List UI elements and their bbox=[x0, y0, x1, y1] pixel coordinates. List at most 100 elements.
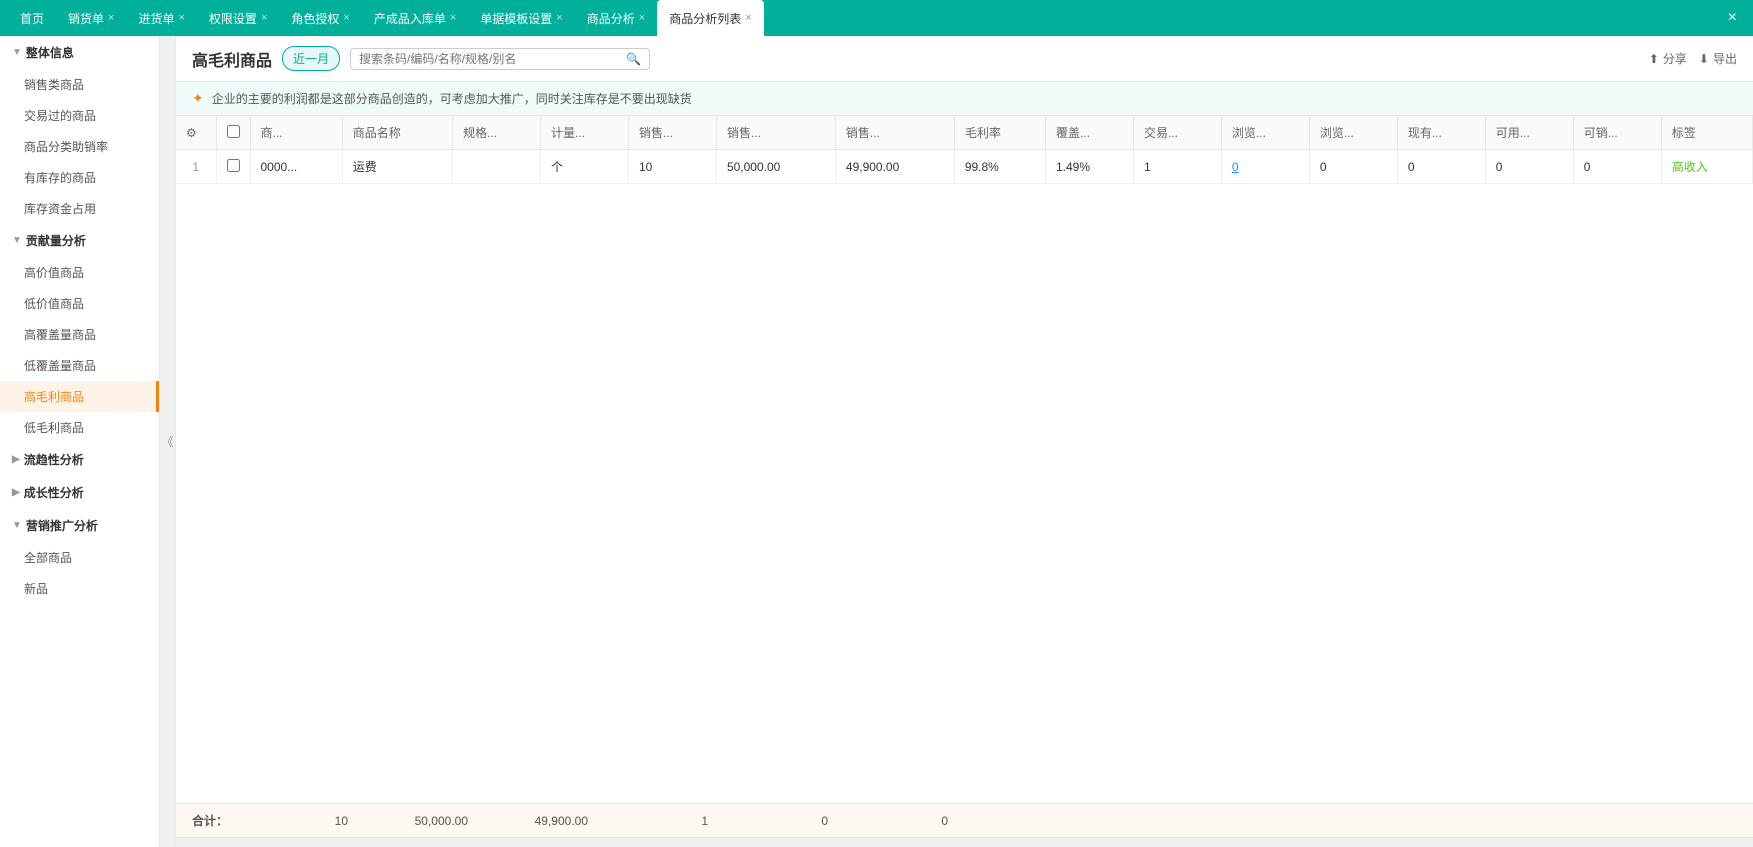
search-input[interactable] bbox=[359, 52, 622, 66]
header-actions: ⬆ 分享 ⬇ 导出 bbox=[1649, 50, 1737, 67]
row-coverage: 1.49% bbox=[1045, 150, 1133, 184]
tab-template-settings[interactable]: 单据模板设置 × bbox=[468, 0, 574, 36]
sidebar-item-category-sales-rate[interactable]: 商品分类助销率 bbox=[0, 131, 159, 162]
footer-sales-qty: 10 bbox=[268, 814, 348, 828]
col-code[interactable]: 商... bbox=[250, 116, 342, 150]
col-transaction[interactable]: 交易... bbox=[1133, 116, 1221, 150]
sidebar-item-low-value[interactable]: 低价值商品 bbox=[0, 288, 159, 319]
footer-sales-profit: 49,900.00 bbox=[508, 814, 588, 828]
top-navigation: 首页 销货单 × 进货单 × 权限设置 × 角色授权 × 产成品入库单 × 单据… bbox=[0, 0, 1753, 36]
col-stock-current[interactable]: 现有... bbox=[1397, 116, 1485, 150]
sidebar-item-low-coverage[interactable]: 低覆盖量商品 bbox=[0, 350, 159, 381]
data-table: ⚙ 商... 商品名称 规格... 计量... 销售... 销售... 销售..… bbox=[176, 116, 1753, 184]
col-coverage[interactable]: 覆盖... bbox=[1045, 116, 1133, 150]
footer-stock-sellable: 0 bbox=[868, 814, 948, 828]
col-tag[interactable]: 标签 bbox=[1661, 116, 1752, 150]
sidebar-group-growth[interactable]: ▶ 成长性分析 bbox=[0, 476, 159, 509]
row-stock-available: 0 bbox=[1485, 150, 1573, 184]
table-header-row: ⚙ 商... 商品名称 规格... 计量... 销售... 销售... 销售..… bbox=[176, 116, 1753, 150]
export-icon: ⬇ bbox=[1699, 52, 1709, 66]
select-all-checkbox[interactable] bbox=[227, 125, 240, 138]
sidebar: ▼ 整体信息 销售类商品 交易过的商品 商品分类助销率 有库存的商品 库存资金占… bbox=[0, 36, 160, 847]
footer-sales-amount: 50,000.00 bbox=[388, 814, 468, 828]
sidebar-item-sales-goods[interactable]: 销售类商品 bbox=[0, 69, 159, 100]
col-checkbox[interactable] bbox=[216, 116, 250, 150]
col-spec[interactable]: 规格... bbox=[453, 116, 541, 150]
close-icon[interactable]: × bbox=[745, 12, 751, 24]
col-name[interactable]: 商品名称 bbox=[342, 116, 452, 150]
footer-transaction: 1 bbox=[628, 814, 708, 828]
close-icon[interactable]: × bbox=[450, 12, 456, 24]
sidebar-item-high-value[interactable]: 高价值商品 bbox=[0, 257, 159, 288]
row-code[interactable]: 0000... bbox=[250, 150, 342, 184]
table-footer: 合计： 10 50,000.00 49,900.00 1 0 0 bbox=[176, 803, 1753, 837]
row-sales-amount: 50,000.00 bbox=[716, 150, 835, 184]
row-select-checkbox[interactable] bbox=[227, 159, 240, 172]
row-unit: 个 bbox=[541, 150, 629, 184]
col-sales-qty[interactable]: 销售... bbox=[629, 116, 717, 150]
sidebar-item-low-margin[interactable]: 低毛利商品 bbox=[0, 412, 159, 443]
footer-stock-current: 0 bbox=[748, 814, 828, 828]
sidebar-group-marketing[interactable]: ▼ 营销推广分析 bbox=[0, 509, 159, 542]
row-stock-sellable: 0 bbox=[1573, 150, 1661, 184]
tab-home[interactable]: 首页 bbox=[8, 0, 56, 36]
search-icon[interactable]: 🔍 bbox=[626, 52, 641, 66]
close-icon[interactable]: × bbox=[556, 12, 562, 24]
share-button[interactable]: ⬆ 分享 bbox=[1649, 50, 1687, 67]
chevron-down-icon: ▼ bbox=[12, 235, 22, 246]
tab-product-analysis-list[interactable]: 商品分析列表 × bbox=[657, 0, 763, 36]
col-stock-available[interactable]: 可用... bbox=[1485, 116, 1573, 150]
sidebar-group-contribution[interactable]: ▼ 贡献量分析 bbox=[0, 224, 159, 257]
info-banner: ✦ 企业的主要的利润都是这部分商品创造的，可考虑加大推广，同时关注库存是不要出现… bbox=[176, 82, 1753, 116]
col-stock-sellable[interactable]: 可销... bbox=[1573, 116, 1661, 150]
chevron-right-icon: ▶ bbox=[12, 454, 20, 465]
close-icon[interactable]: × bbox=[178, 12, 184, 24]
chevron-down-icon: ▼ bbox=[12, 47, 22, 58]
sidebar-group-flow[interactable]: ▶ 流趋性分析 bbox=[0, 443, 159, 476]
chevron-right-icon: ▶ bbox=[12, 487, 20, 498]
col-gross-margin[interactable]: 毛利率 bbox=[954, 116, 1045, 150]
col-unit[interactable]: 计量... bbox=[541, 116, 629, 150]
row-gross-margin: 99.8% bbox=[954, 150, 1045, 184]
sidebar-item-new-goods[interactable]: 新品 bbox=[0, 573, 159, 604]
close-icon[interactable]: × bbox=[639, 12, 645, 24]
row-spec bbox=[453, 150, 541, 184]
share-icon: ⬆ bbox=[1649, 52, 1659, 66]
footer-label: 合计： bbox=[192, 812, 228, 829]
sidebar-item-all-goods[interactable]: 全部商品 bbox=[0, 542, 159, 573]
close-icon[interactable]: × bbox=[108, 12, 114, 24]
row-sales-qty: 10 bbox=[629, 150, 717, 184]
filter-recent-month-button[interactable]: 近一月 bbox=[282, 46, 340, 71]
col-browse1[interactable]: 浏览... bbox=[1221, 116, 1309, 150]
horizontal-scrollbar[interactable] bbox=[176, 837, 1753, 847]
close-icon[interactable]: × bbox=[261, 12, 267, 24]
search-box[interactable]: 🔍 bbox=[350, 48, 650, 70]
row-transaction: 1 bbox=[1133, 150, 1221, 184]
row-checkbox[interactable] bbox=[216, 150, 250, 184]
sidebar-item-high-margin[interactable]: 高毛利商品 bbox=[0, 381, 159, 412]
close-icon[interactable]: × bbox=[343, 12, 349, 24]
close-all-tabs-button[interactable]: × bbox=[1720, 9, 1745, 27]
tab-permission-settings[interactable]: 权限设置 × bbox=[197, 0, 279, 36]
tab-role-auth[interactable]: 角色授权 × bbox=[279, 0, 361, 36]
sidebar-item-high-coverage[interactable]: 高覆盖量商品 bbox=[0, 319, 159, 350]
col-sales-amount[interactable]: 销售... bbox=[716, 116, 835, 150]
col-settings[interactable]: ⚙ bbox=[176, 116, 216, 150]
tab-sales[interactable]: 销货单 × bbox=[56, 0, 126, 36]
col-browse2[interactable]: 浏览... bbox=[1309, 116, 1397, 150]
sidebar-item-inventory-capital[interactable]: 库存资金占用 bbox=[0, 193, 159, 224]
row-browse1[interactable]: 0 bbox=[1221, 150, 1309, 184]
export-button[interactable]: ⬇ 导出 bbox=[1699, 50, 1737, 67]
sidebar-group-overall[interactable]: ▼ 整体信息 bbox=[0, 36, 159, 69]
chevron-left-icon: 《 bbox=[161, 433, 173, 450]
sidebar-collapse-button[interactable]: 《 bbox=[160, 36, 176, 847]
sidebar-item-in-stock-goods[interactable]: 有库存的商品 bbox=[0, 162, 159, 193]
sidebar-item-traded-goods[interactable]: 交易过的商品 bbox=[0, 100, 159, 131]
tab-product-inbound[interactable]: 产成品入库单 × bbox=[362, 0, 468, 36]
row-name: 运费 bbox=[342, 150, 452, 184]
tab-product-analysis[interactable]: 商品分析 × bbox=[575, 0, 657, 36]
tab-purchase[interactable]: 进货单 × bbox=[126, 0, 196, 36]
row-sales-profit: 49,900.00 bbox=[835, 150, 954, 184]
main-layout: ▼ 整体信息 销售类商品 交易过的商品 商品分类助销率 有库存的商品 库存资金占… bbox=[0, 36, 1753, 847]
col-sales-profit[interactable]: 销售... bbox=[835, 116, 954, 150]
